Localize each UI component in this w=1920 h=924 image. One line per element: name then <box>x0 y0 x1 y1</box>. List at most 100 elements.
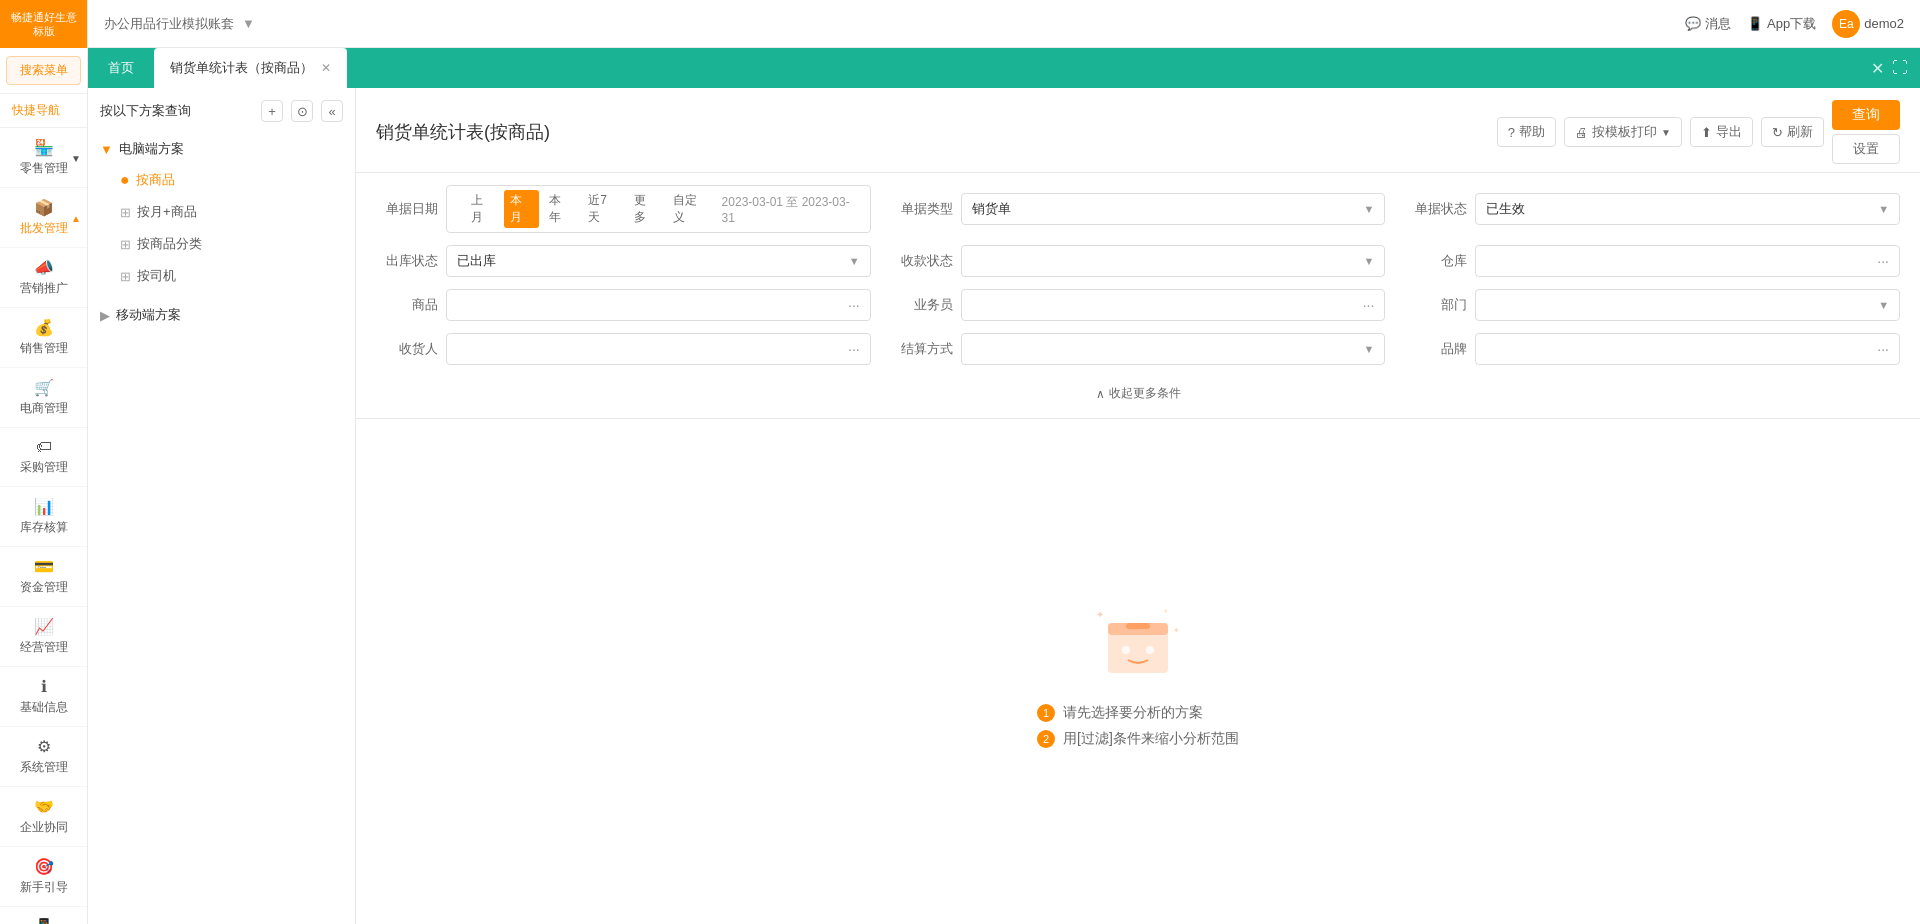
sidebar-item-newguide[interactable]: 🎯 新手引导 <box>0 847 87 907</box>
chevron-right-icon: ▶ <box>100 308 110 323</box>
chevron-down-icon: ▼ <box>1363 203 1374 215</box>
salesman-label: 业务员 <box>891 296 961 314</box>
date-tab-this-year[interactable]: 本年 <box>543 190 578 228</box>
date-tab-last-month[interactable]: 上月 <box>465 190 500 228</box>
app-download-btn[interactable]: 📱 App下载 <box>1747 15 1816 33</box>
sidebar-item-wholesale[interactable]: 📦 批发管理 ▲ <box>0 188 87 248</box>
sidebar-item-inventory[interactable]: 📊 库存核算 <box>0 487 87 547</box>
title-actions: ? 帮助 🖨 按模板打印 ▼ ⬆ 导出 ↻ <box>1497 117 1824 147</box>
scheme-item-by-month-goods[interactable]: ⊞ 按月+商品 <box>88 196 355 228</box>
sidebar-item-retail[interactable]: 🏪 零售管理 ▼ <box>0 128 87 188</box>
avatar: Ea <box>1832 10 1860 38</box>
warehouse-label: 仓库 <box>1405 252 1475 270</box>
sidebar-item-system[interactable]: ⚙ 系统管理 <box>0 727 87 787</box>
retail-icon: 🏪 <box>34 138 54 157</box>
basic-info-icon: ℹ <box>41 677 47 696</box>
window-controls: ✕ ⛶ <box>1871 59 1920 78</box>
sidebar-item-sales[interactable]: 💰 销售管理 <box>0 308 87 368</box>
sidebar-item-enterprise[interactable]: 🤝 企业协同 <box>0 787 87 847</box>
collapse-panel-button[interactable]: « <box>321 100 343 122</box>
query-button[interactable]: 查询 <box>1832 100 1900 130</box>
svg-text:✦: ✦ <box>1096 609 1104 620</box>
tab-home[interactable]: 首页 <box>88 48 154 88</box>
template-name: 办公用品行业模拟账套 <box>104 15 234 33</box>
receipt-status-filter[interactable]: ▼ <box>961 245 1386 277</box>
scheme-item-by-category[interactable]: ⊞ 按商品分类 <box>88 228 355 260</box>
brand-filter[interactable]: ··· <box>1475 333 1900 365</box>
empty-illustration: ✦ ✦ ★ <box>1078 588 1198 688</box>
sidebar-item-app-center[interactable]: 📱 应用中心 <box>0 907 87 924</box>
more-icon: ··· <box>1363 297 1375 313</box>
topbar-right: 💬 消息 📱 App下载 Ea demo2 <box>1685 10 1904 38</box>
inventory-icon: 📊 <box>34 497 54 516</box>
marketing-icon: 📣 <box>34 258 54 277</box>
date-tab-more[interactable]: 更多 <box>628 190 663 228</box>
date-filter[interactable]: 上月 本月 本年 近7天 更多 自定义 2023-03-01 至 2023-03… <box>446 185 871 233</box>
svg-text:✦: ✦ <box>1173 626 1180 635</box>
settings-button[interactable]: 设置 <box>1832 134 1900 164</box>
settlement-filter[interactable]: ▼ <box>961 333 1386 365</box>
collapse-filters-bar[interactable]: ∧ 收起更多条件 <box>376 377 1900 406</box>
topbar-left: 办公用品行业模拟账套 ▼ <box>104 15 255 33</box>
doc-status-label: 单据状态 <box>1405 200 1475 218</box>
content-area: 按以下方案查询 + ⊙ « ▼ 电脑端方案 ● 按商品 ⊞ <box>88 88 1920 924</box>
mobile-scheme-group: ▶ 移动端方案 <box>88 296 355 334</box>
svg-point-4 <box>1146 646 1154 654</box>
pc-scheme-header[interactable]: ▼ 电脑端方案 <box>88 134 355 164</box>
sidebar-item-operations[interactable]: 📈 经营管理 <box>0 607 87 667</box>
print-icon: 🖨 <box>1575 125 1588 140</box>
edit-scheme-button[interactable]: ⊙ <box>291 100 313 122</box>
tabbar: 首页 销货单统计表（按商品） ✕ ✕ ⛶ <box>88 48 1920 88</box>
date-tab-7days[interactable]: 近7天 <box>582 190 624 228</box>
maximize-icon[interactable]: ⛶ <box>1892 59 1908 78</box>
page-title: 销货单统计表(按商品) <box>376 120 550 144</box>
chevron-down-icon: ▼ <box>1878 203 1889 215</box>
dept-filter[interactable]: ▼ <box>1475 289 1900 321</box>
more-icon: ··· <box>848 297 860 313</box>
scheme-item-by-driver[interactable]: ⊞ 按司机 <box>88 260 355 292</box>
sidebar-item-basic-info[interactable]: ℹ 基础信息 <box>0 667 87 727</box>
warehouse-filter[interactable]: ··· <box>1475 245 1900 277</box>
sales-icon: 💰 <box>34 318 54 337</box>
quick-nav[interactable]: 快捷导航 <box>0 94 87 128</box>
chevron-down-icon: ▼ <box>71 152 81 163</box>
date-tab-custom[interactable]: 自定义 <box>667 190 714 228</box>
empty-state: ✦ ✦ ★ 1 请先选择要分析的方案 2 用[过滤]条件来缩小 <box>1037 588 1239 756</box>
add-scheme-button[interactable]: + <box>261 100 283 122</box>
message-btn[interactable]: 💬 消息 <box>1685 15 1731 33</box>
close-window-icon[interactable]: ✕ <box>1871 59 1884 78</box>
user-menu[interactable]: Ea demo2 <box>1832 10 1904 38</box>
doc-type-filter[interactable]: 销货单 ▼ <box>961 193 1386 225</box>
chevron-down-icon: ▼ <box>1363 343 1374 355</box>
sidebar-item-ecommerce[interactable]: 🛒 电商管理 <box>0 368 87 428</box>
doc-type-label: 单据类型 <box>891 200 961 218</box>
refresh-button[interactable]: ↻ 刷新 <box>1761 117 1824 147</box>
grid-icon-1: ⊞ <box>120 205 131 220</box>
wholesale-icon: 📦 <box>34 198 54 217</box>
chevron-up-icon: ▲ <box>71 212 81 223</box>
right-panel: 销货单统计表(按商品) ? 帮助 🖨 按模板打印 ▼ ⬆ <box>356 88 1920 924</box>
receipt-status-label: 收款状态 <box>891 252 961 270</box>
salesman-filter[interactable]: ··· <box>961 289 1386 321</box>
grid-icon-2: ⊞ <box>120 237 131 252</box>
export-button[interactable]: ⬆ 导出 <box>1690 117 1753 147</box>
chevron-down-icon: ▼ <box>1363 255 1374 267</box>
date-tab-this-month[interactable]: 本月 <box>504 190 539 228</box>
date-label: 单据日期 <box>376 200 446 218</box>
sidebar-item-marketing[interactable]: 📣 营销推广 <box>0 248 87 308</box>
goods-filter[interactable]: ··· <box>446 289 871 321</box>
sidebar-item-purchase[interactable]: 🏷 采购管理 <box>0 428 87 487</box>
mobile-scheme-header[interactable]: ▶ 移动端方案 <box>88 300 355 330</box>
refresh-icon: ↻ <box>1772 125 1783 140</box>
scheme-item-by-goods[interactable]: ● 按商品 <box>88 164 355 196</box>
search-menu-button[interactable]: 搜索菜单 <box>6 56 81 85</box>
print-button[interactable]: 🖨 按模板打印 ▼ <box>1564 117 1682 147</box>
help-button[interactable]: ? 帮助 <box>1497 117 1556 147</box>
tab-close-icon[interactable]: ✕ <box>321 61 331 75</box>
tab-sales-report[interactable]: 销货单统计表（按商品） ✕ <box>154 48 347 88</box>
recipient-filter[interactable]: ··· <box>446 333 871 365</box>
doc-status-filter[interactable]: 已生效 ▼ <box>1475 193 1900 225</box>
sidebar-item-finance[interactable]: 💳 资金管理 <box>0 547 87 607</box>
out-status-filter[interactable]: 已出库 ▼ <box>446 245 871 277</box>
dept-label: 部门 <box>1405 296 1475 314</box>
